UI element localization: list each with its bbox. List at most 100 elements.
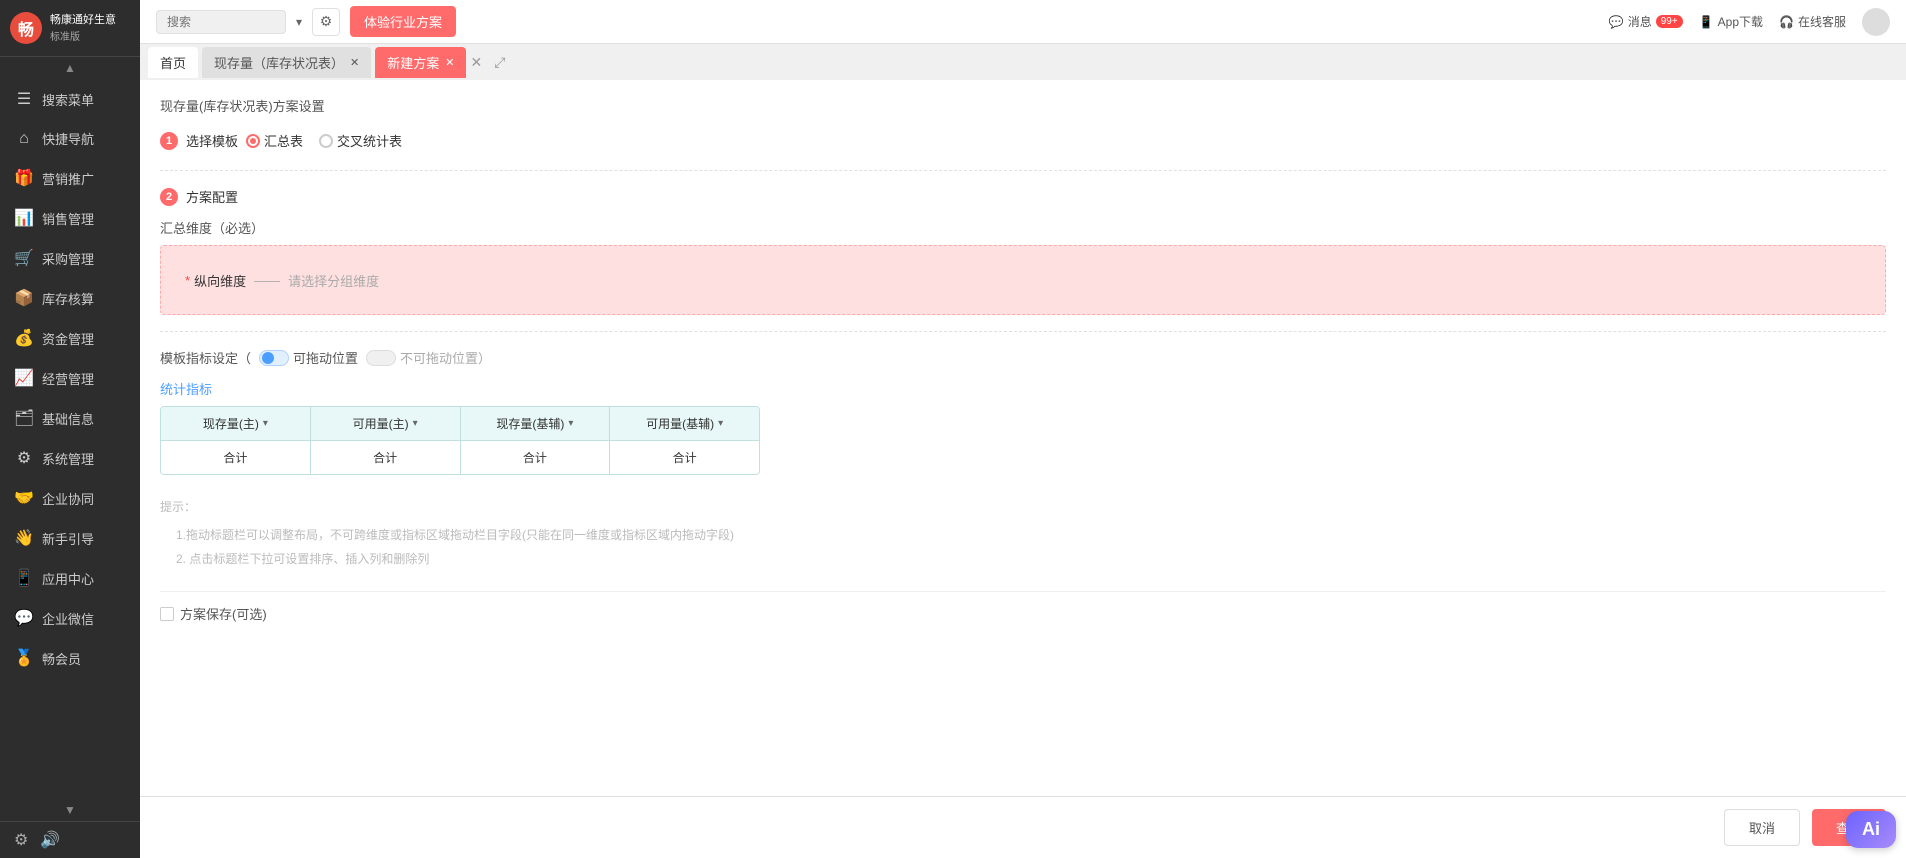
tab-inventory-status-close-icon[interactable]: ✕ (350, 56, 359, 69)
expand-icon[interactable]: ⤢ (494, 54, 505, 71)
sidebar-item-label: 快捷导航 (42, 129, 94, 148)
sidebar-item-search-menu[interactable]: ☰ 搜索菜单 (0, 79, 140, 119)
help-icon[interactable]: 🔊 (40, 830, 60, 850)
save-checkbox[interactable] (160, 607, 174, 621)
radio-summary[interactable]: 汇总表 (246, 131, 303, 150)
sidebar-item-marketing[interactable]: 🎁 营销推广 (0, 158, 140, 198)
online-service-button[interactable]: 🎧 在线客服 (1779, 13, 1846, 30)
sidebar-item-label: 销售管理 (42, 209, 94, 228)
stat-col-2-dropdown-icon[interactable]: ▾ (413, 418, 418, 429)
sidebar-item-basic-info[interactable]: 🗂 基础信息 (0, 398, 140, 438)
app-name: 畅康通好生意 (50, 13, 116, 27)
indicator-settings: 模板指标设定（ 可拖动位置 不可拖动位置） (160, 348, 1886, 367)
stats-table-header: 现存量(主) ▾ 可用量(主) ▾ 现存量(基辅) ▾ 可用量(基辅) (161, 407, 759, 440)
avatar[interactable] (1862, 8, 1890, 36)
sidebar-scroll-down[interactable]: ▼ (0, 799, 140, 821)
stat-col-2-label: 可用量(主) (353, 415, 409, 432)
sidebar-item-label: 应用中心 (42, 569, 94, 588)
messages-button[interactable]: 💬 消息 99+ (1609, 13, 1683, 30)
tab-home-label: 首页 (160, 53, 186, 72)
sidebar-item-finance[interactable]: 💰 资金管理 (0, 318, 140, 358)
dimension-placeholder: 请选择分组维度 (288, 271, 379, 290)
sidebar-item-company[interactable]: 🤝 企业协同 (0, 478, 140, 518)
section2-number: 2 (160, 188, 178, 206)
section-divider-2 (160, 331, 1886, 332)
stat-cell-4: 合计 (610, 441, 759, 474)
trial-button[interactable]: 体验行业方案 (350, 6, 456, 37)
sidebar-item-label: 经营管理 (42, 369, 94, 388)
sidebar-item-member[interactable]: 🏅 畅会员 (0, 638, 140, 678)
stat-col-3[interactable]: 现存量(基辅) ▾ (461, 407, 611, 440)
stat-col-2[interactable]: 可用量(主) ▾ (311, 407, 461, 440)
messages-label: 消息 (1628, 13, 1652, 30)
footer-bar: 取消 查询 (140, 796, 1906, 858)
app-download-icon: 📱 (1699, 15, 1714, 29)
stat-col-1-dropdown-icon[interactable]: ▾ (263, 418, 268, 429)
ai-fab-button[interactable]: Ai (1846, 811, 1896, 848)
cancel-button[interactable]: 取消 (1724, 809, 1800, 846)
sidebar-item-label: 畅会员 (42, 649, 81, 668)
stat-col-3-dropdown-icon[interactable]: ▾ (568, 418, 573, 429)
sidebar-item-inventory[interactable]: 📦 库存核算 (0, 278, 140, 318)
stat-col-4-dropdown-icon[interactable]: ▾ (718, 418, 723, 429)
sidebar-item-quick-nav[interactable]: ⌂ 快捷导航 (0, 119, 140, 158)
radio-cross-dot (319, 134, 333, 148)
sidebar-item-sales[interactable]: 📊 销售管理 (0, 198, 140, 238)
sidebar-item-label: 搜索菜单 (42, 90, 94, 109)
app-version: 标准版 (50, 28, 116, 43)
sidebar-bottom: ⚙ 🔊 (0, 821, 140, 858)
radio-cross[interactable]: 交叉统计表 (319, 131, 402, 150)
sidebar-item-app-center[interactable]: 📱 应用中心 (0, 558, 140, 598)
dimension-box[interactable]: * 纵向维度 —— 请选择分组维度 (160, 245, 1886, 315)
marketing-icon: 🎁 (14, 168, 34, 188)
no-drag-box (366, 350, 396, 366)
no-drag-indicator: 不可拖动位置） (366, 348, 491, 367)
required-mark: * (185, 273, 190, 288)
tab-inventory-status[interactable]: 现存量（库存状况表） ✕ (202, 47, 371, 78)
template-radio-group: 汇总表 交叉统计表 (246, 131, 402, 150)
toggle-draggable[interactable]: 可拖动位置 (259, 348, 358, 367)
dimension-text: 纵向维度 (194, 271, 246, 290)
wechat-icon: 💬 (14, 608, 34, 628)
sidebar-item-operation[interactable]: 📈 经营管理 (0, 358, 140, 398)
stat-col-4[interactable]: 可用量(基辅) ▾ (610, 407, 759, 440)
online-service-label: 在线客服 (1798, 13, 1846, 30)
tips-item-1: 1.拖动标题栏可以调整布局，不可跨维度或指标区域拖动栏目字段(只能在同一维度或指… (160, 523, 1886, 547)
member-icon: 🏅 (14, 648, 34, 668)
save-option-label: 方案保存(可选) (180, 604, 267, 623)
section1-header: 1 选择模板 汇总表 交叉统计表 (160, 131, 1886, 150)
stats-table-body: 合计 合计 合计 合计 (161, 440, 759, 474)
stats-table: 现存量(主) ▾ 可用量(主) ▾ 现存量(基辅) ▾ 可用量(基辅) (160, 406, 760, 475)
sidebar: 畅 畅康通好生意 标准版 ▲ ☰ 搜索菜单 ⌂ 快捷导航 🎁 营销推广 📊 销售… (0, 0, 140, 858)
tab-bar: 首页 现存量（库存状况表） ✕ 新建方案 ✕ ✕ ⤢ (140, 44, 1906, 80)
sidebar-item-system[interactable]: ⚙ 系统管理 (0, 438, 140, 478)
close-window-icon[interactable]: ✕ (470, 54, 482, 71)
gear-button[interactable]: ⚙ (312, 8, 340, 36)
stat-col-1[interactable]: 现存量(主) ▾ (161, 407, 311, 440)
sidebar-item-label: 企业微信 (42, 609, 94, 628)
finance-icon: 💰 (14, 328, 34, 348)
settings-icon[interactable]: ⚙ (14, 830, 28, 850)
tab-home[interactable]: 首页 (148, 47, 198, 78)
basic-info-icon: 🗂 (14, 408, 34, 428)
sidebar-item-newbie[interactable]: 👋 新手引导 (0, 518, 140, 558)
sidebar-item-purchase[interactable]: 🛒 采购管理 (0, 238, 140, 278)
app-download-button[interactable]: 📱 App下载 (1699, 13, 1763, 30)
app-logo: 畅 畅康通好生意 标准版 (0, 0, 140, 57)
system-icon: ⚙ (14, 448, 34, 468)
dropdown-arrow-icon[interactable]: ▾ (296, 15, 302, 29)
section1-title: 选择模板 (186, 131, 238, 150)
section1-number: 1 (160, 132, 178, 150)
tab-new-plan-close-icon[interactable]: ✕ (445, 56, 454, 69)
quick-nav-icon: ⌂ (14, 130, 34, 148)
tab-new-plan[interactable]: 新建方案 ✕ (375, 47, 466, 78)
indicator-settings-label: 模板指标设定（ (160, 348, 251, 367)
search-input[interactable] (156, 10, 286, 34)
stat-cell-2: 合计 (311, 441, 461, 474)
tips-title: 提示： (160, 495, 1886, 519)
sidebar-scroll-up[interactable]: ▲ (0, 57, 140, 79)
sidebar-item-wechat[interactable]: 💬 企业微信 (0, 598, 140, 638)
messages-badge: 99+ (1656, 15, 1683, 28)
radio-summary-dot (246, 134, 260, 148)
tips-area: 提示： 1.拖动标题栏可以调整布局，不可跨维度或指标区域拖动栏目字段(只能在同一… (160, 495, 1886, 571)
